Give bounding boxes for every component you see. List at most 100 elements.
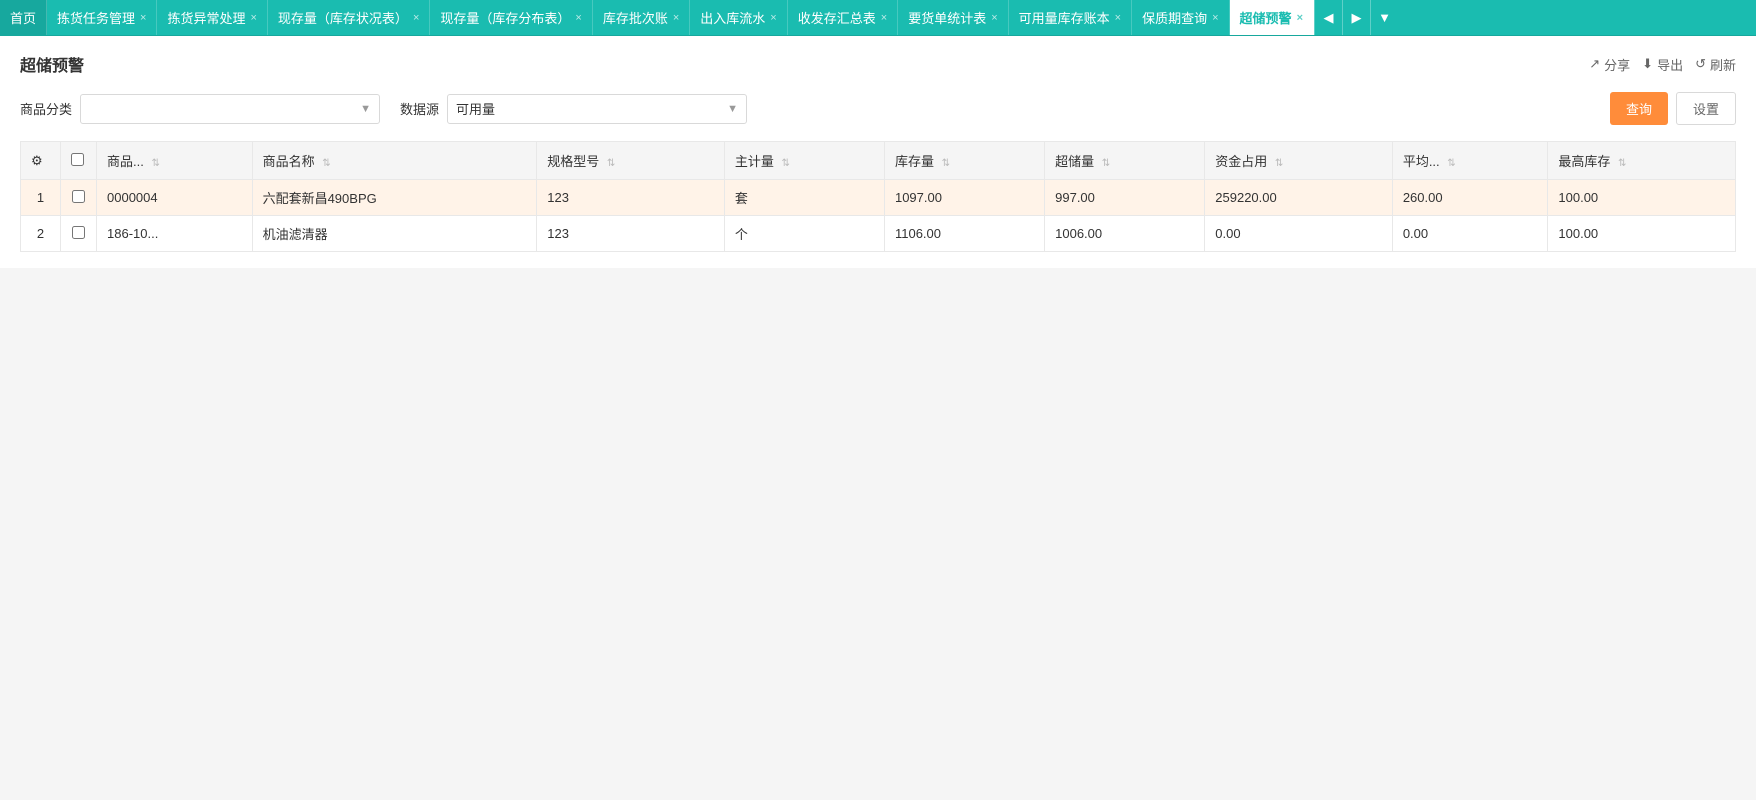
- cell-product-code: 186-10...: [97, 216, 253, 252]
- column-product-name[interactable]: 商品名称 ⇅: [252, 142, 537, 180]
- cell-spec: 123: [537, 180, 725, 216]
- datasource-select[interactable]: 可用量 ▼: [447, 94, 747, 124]
- close-icon[interactable]: ×: [413, 12, 419, 24]
- nav-item-batch[interactable]: 库存批次账 ×: [593, 0, 690, 36]
- share-icon: ↗: [1589, 56, 1600, 72]
- datasource-value: 可用量: [456, 99, 495, 118]
- column-settings[interactable]: ⚙: [21, 142, 61, 180]
- column-unit[interactable]: 主计量 ⇅: [724, 142, 884, 180]
- cell-avg: 0.00: [1392, 216, 1548, 252]
- sort-icon: ⇅: [607, 158, 615, 169]
- gear-icon: ⚙: [31, 153, 43, 168]
- export-icon: ⬇: [1642, 56, 1653, 72]
- column-avg[interactable]: 平均... ⇅: [1392, 142, 1548, 180]
- column-overstock[interactable]: 超储量 ⇅: [1045, 142, 1205, 180]
- cell-avg: 260.00: [1392, 180, 1548, 216]
- table-row: 1 0000004 六配套新昌490BPG 123 套 1097.00 997.…: [21, 180, 1736, 216]
- datasource-label: 数据源: [400, 99, 439, 118]
- header-actions: ↗ 分享 ⬇ 导出 ↺ 刷新: [1589, 55, 1736, 74]
- page-title: 超储预警: [20, 52, 84, 76]
- cell-unit: 个: [724, 216, 884, 252]
- nav-item-overstock[interactable]: 超储预警 ×: [1230, 0, 1314, 36]
- sort-icon: ⇅: [1275, 158, 1283, 169]
- column-capital[interactable]: 资金占用 ⇅: [1205, 142, 1393, 180]
- filter-actions: 查询 设置: [1610, 92, 1736, 125]
- cell-product-code: 0000004: [97, 180, 253, 216]
- filter-bar: 商品分类 ▼ 数据源 可用量 ▼ 查询 设置: [20, 92, 1736, 125]
- nav-more-button[interactable]: ▼: [1370, 0, 1398, 36]
- sort-icon: ⇅: [942, 158, 950, 169]
- category-filter: 商品分类 ▼: [20, 94, 380, 124]
- nav-item-inout[interactable]: 出入库流水 ×: [690, 0, 787, 36]
- column-product-code[interactable]: 商品... ⇅: [97, 142, 253, 180]
- nav-item-task[interactable]: 拣货任务管理 ×: [47, 0, 157, 36]
- cell-max-stock: 100.00: [1548, 180, 1736, 216]
- nav-next-button[interactable]: ▶: [1342, 0, 1370, 36]
- close-icon[interactable]: ×: [770, 12, 776, 24]
- column-stock[interactable]: 库存量 ⇅: [884, 142, 1044, 180]
- sort-icon: ⇅: [1618, 158, 1626, 169]
- row-checkbox[interactable]: [72, 190, 85, 203]
- nav-item-summary[interactable]: 收发存汇总表 ×: [788, 0, 898, 36]
- export-button[interactable]: ⬇ 导出: [1642, 55, 1683, 74]
- category-label: 商品分类: [20, 99, 72, 118]
- close-icon[interactable]: ×: [673, 12, 679, 24]
- sort-icon: ⇅: [322, 158, 330, 169]
- row-checkbox-cell: [61, 180, 97, 216]
- cell-product-name: 六配套新昌490BPG: [252, 180, 537, 216]
- cell-unit: 套: [724, 180, 884, 216]
- row-checkbox[interactable]: [72, 226, 85, 239]
- refresh-icon: ↺: [1695, 56, 1706, 72]
- nav-prev-button[interactable]: ◀: [1314, 0, 1342, 36]
- close-icon[interactable]: ×: [1115, 12, 1121, 24]
- row-index: 1: [21, 180, 61, 216]
- nav-item-expiry[interactable]: 保质期查询 ×: [1132, 0, 1229, 36]
- select-all-checkbox[interactable]: [71, 153, 84, 166]
- close-icon[interactable]: ×: [575, 12, 581, 24]
- category-select[interactable]: ▼: [80, 94, 380, 124]
- cell-overstock: 997.00: [1045, 180, 1205, 216]
- nav-item-requisition[interactable]: 要货单统计表 ×: [898, 0, 1008, 36]
- chevron-down-icon: ▼: [360, 103, 371, 115]
- query-button[interactable]: 查询: [1610, 92, 1668, 125]
- table-header-row: ⚙ 商品... ⇅ 商品名称 ⇅ 规格型号 ⇅ 主计量: [21, 142, 1736, 180]
- close-icon[interactable]: ×: [991, 12, 997, 24]
- sort-icon: ⇅: [781, 158, 789, 169]
- cell-capital: 259220.00: [1205, 180, 1393, 216]
- close-icon[interactable]: ×: [1297, 12, 1303, 24]
- cell-spec: 123: [537, 216, 725, 252]
- page-header: 超储预警 ↗ 分享 ⬇ 导出 ↺ 刷新: [20, 52, 1736, 76]
- row-index: 2: [21, 216, 61, 252]
- cell-stock: 1097.00: [884, 180, 1044, 216]
- close-icon[interactable]: ×: [1212, 12, 1218, 24]
- share-button[interactable]: ↗ 分享: [1589, 55, 1630, 74]
- cell-product-name: 机油滤清器: [252, 216, 537, 252]
- nav-item-home[interactable]: 首页: [0, 0, 47, 36]
- nav-item-stock-status[interactable]: 现存量（库存状况表） ×: [268, 0, 430, 36]
- cell-stock: 1106.00: [884, 216, 1044, 252]
- column-max-stock[interactable]: 最高库存 ⇅: [1548, 142, 1736, 180]
- chevron-down-icon: ▼: [727, 103, 738, 115]
- close-icon[interactable]: ×: [250, 12, 256, 24]
- sort-icon: ⇅: [151, 158, 159, 169]
- close-icon[interactable]: ×: [140, 12, 146, 24]
- nav-item-exception[interactable]: 拣货异常处理 ×: [157, 0, 267, 36]
- close-icon[interactable]: ×: [881, 12, 887, 24]
- settings-button[interactable]: 设置: [1676, 92, 1736, 125]
- column-spec[interactable]: 规格型号 ⇅: [537, 142, 725, 180]
- row-checkbox-cell: [61, 216, 97, 252]
- sort-icon: ⇅: [1102, 158, 1110, 169]
- cell-capital: 0.00: [1205, 216, 1393, 252]
- datasource-filter: 数据源 可用量 ▼: [400, 94, 747, 124]
- cell-max-stock: 100.00: [1548, 216, 1736, 252]
- refresh-button[interactable]: ↺ 刷新: [1695, 55, 1736, 74]
- top-navigation: 首页 拣货任务管理 × 拣货异常处理 × 现存量（库存状况表） × 现存量（库存…: [0, 0, 1756, 36]
- cell-overstock: 1006.00: [1045, 216, 1205, 252]
- nav-item-stock-dist[interactable]: 现存量（库存分布表） ×: [430, 0, 592, 36]
- data-table: ⚙ 商品... ⇅ 商品名称 ⇅ 规格型号 ⇅ 主计量: [20, 141, 1736, 252]
- sort-icon: ⇅: [1447, 158, 1455, 169]
- column-checkbox: [61, 142, 97, 180]
- page-content: 超储预警 ↗ 分享 ⬇ 导出 ↺ 刷新 商品分类 ▼ 数据源: [0, 36, 1756, 268]
- nav-item-available[interactable]: 可用量库存账本 ×: [1009, 0, 1132, 36]
- table-row: 2 186-10... 机油滤清器 123 个 1106.00 1006.00 …: [21, 216, 1736, 252]
